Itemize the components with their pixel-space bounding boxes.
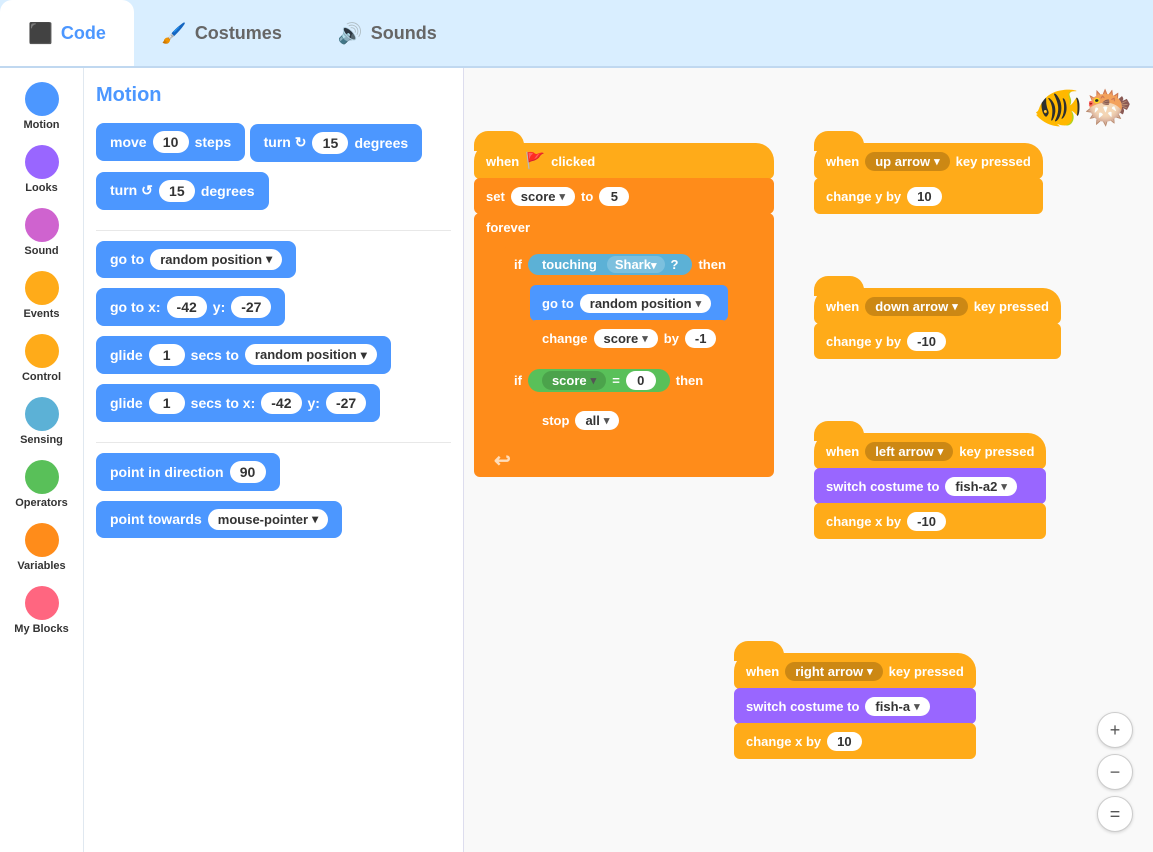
sidebar-item-looks[interactable]: Looks [4,141,80,198]
block-stop-all[interactable]: stop all [530,402,631,438]
block-glide-xy[interactable]: glide 1 secs to x: -42 y: -27 [96,384,380,422]
sound-label: Sound [24,245,58,257]
zoom-in-button[interactable]: + [1097,712,1133,748]
operators-label: Operators [15,497,68,509]
sidebar-item-sound[interactable]: Sound [4,204,80,261]
block-switch-costume-right[interactable]: switch costume to fish-a [734,688,976,724]
zoom-reset-button[interactable]: = [1097,796,1133,832]
block-change-x-left[interactable]: change x by -10 [814,503,1046,539]
sidebar-item-myblocks[interactable]: My Blocks [4,582,80,639]
variables-circle [25,523,59,557]
sidebar-item-events[interactable]: Events [4,267,80,324]
block-turn-ccw[interactable]: turn ↺ 15 degrees [96,172,269,210]
script-green-flag: when 🚩 clicked set score to 5 forever [474,143,774,477]
block-inner-goto[interactable]: go to random position [530,285,728,321]
category-sidebar: Motion Looks Sound Events Control Sensin… [0,68,84,852]
block-change-x-right[interactable]: change x by 10 [734,723,976,759]
block-turn-cw[interactable]: turn ↻ 15 degrees [250,124,423,162]
sound-circle [25,208,59,242]
zoom-controls: + − = [1097,712,1133,832]
control-label: Control [22,371,61,383]
looks-circle [25,145,59,179]
tab-code[interactable]: ⬛ Code [0,0,134,66]
variables-label: Variables [17,560,65,572]
block-if-score[interactable]: if score = 0 then stop [502,362,762,442]
tab-sounds[interactable]: 🔊 Sounds [310,0,465,66]
block-when-up-arrow[interactable]: when up arrow key pressed [814,143,1043,179]
block-change-y-down[interactable]: change y by -10 [814,323,1061,359]
myblocks-label: My Blocks [14,623,68,635]
block-when-down-arrow[interactable]: when down arrow key pressed [814,288,1061,324]
control-circle [25,334,59,368]
block-goto-xy[interactable]: go to x: -42 y: -27 [96,288,285,326]
myblocks-circle [25,586,59,620]
tab-costumes-label: Costumes [195,23,282,44]
code-icon: ⬛ [28,21,53,46]
events-circle [25,271,59,305]
block-when-right-arrow[interactable]: when right arrow key pressed [734,653,976,689]
motion-label: Motion [23,119,59,131]
tab-costumes[interactable]: 🖌️ Costumes [134,0,310,66]
costumes-icon: 🖌️ [162,21,187,46]
sprite-icon: 🐠🐡 [1033,84,1133,131]
block-glide-random[interactable]: glide 1 secs to random position [96,336,391,374]
block-point-towards[interactable]: point towards mouse-pointer [96,501,342,538]
script-down-arrow: when down arrow key pressed change y by … [814,288,1061,359]
block-forever[interactable]: forever if touching Shark ? then go t [474,213,774,477]
operators-circle [25,460,59,494]
script-up-arrow: when up arrow key pressed change y by 10 [814,143,1043,214]
tab-code-label: Code [61,23,106,44]
block-set-score[interactable]: set score to 5 [474,178,774,214]
block-change-y-up[interactable]: change y by 10 [814,178,1043,214]
script-right-arrow: when right arrow key pressed switch cost… [734,653,976,759]
sidebar-item-motion[interactable]: Motion [4,78,80,135]
sensing-circle [25,397,59,431]
sounds-icon: 🔊 [338,21,363,46]
block-switch-costume-left[interactable]: switch costume to fish-a2 [814,468,1046,504]
block-when-clicked[interactable]: when 🚩 clicked [474,143,774,179]
block-change-score[interactable]: change score by -1 [530,320,728,356]
zoom-out-button[interactable]: − [1097,754,1133,790]
script-area[interactable]: 🐠🐡 when 🚩 clicked set score to 5 forever [464,68,1153,852]
main-layout: Motion Looks Sound Events Control Sensin… [0,68,1153,852]
sidebar-item-operators[interactable]: Operators [4,456,80,513]
block-palette: Motion move 10 steps turn ↻ 15 degrees t… [84,68,464,852]
block-when-left-arrow[interactable]: when left arrow key pressed [814,433,1046,469]
events-label: Events [23,308,59,320]
block-point-direction[interactable]: point in direction 90 [96,453,280,491]
block-move[interactable]: move 10 steps [96,123,245,161]
sidebar-item-sensing[interactable]: Sensing [4,393,80,450]
block-goto-random[interactable]: go to random position [96,241,296,278]
sensing-label: Sensing [20,434,63,446]
sidebar-item-control[interactable]: Control [4,330,80,387]
block-if-shark[interactable]: if touching Shark ? then go to random po… [502,247,762,360]
tab-sounds-label: Sounds [371,23,437,44]
loop-arrow-icon: ↩ [494,448,511,473]
palette-title: Motion [96,84,451,107]
script-left-arrow: when left arrow key pressed switch costu… [814,433,1046,539]
sidebar-item-variables[interactable]: Variables [4,519,80,576]
motion-circle [25,82,59,116]
tab-bar: ⬛ Code 🖌️ Costumes 🔊 Sounds [0,0,1153,68]
looks-label: Looks [25,182,57,194]
